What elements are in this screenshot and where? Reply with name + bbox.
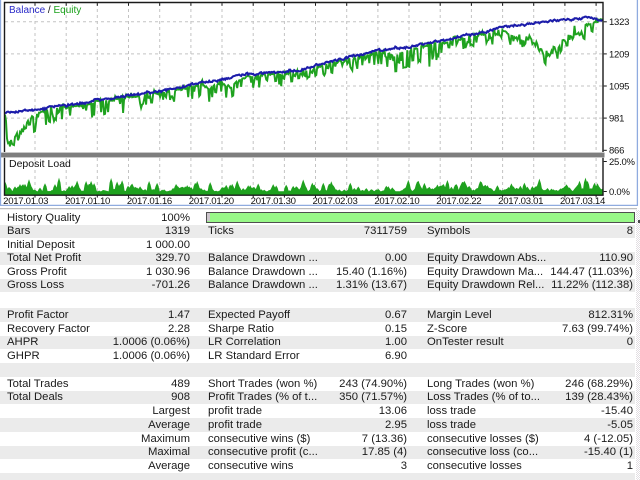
svg-text:1323: 1323: [609, 17, 629, 28]
svg-text:1209: 1209: [609, 49, 629, 60]
svg-text:Balance / Equity: Balance / Equity: [9, 5, 81, 16]
svg-text:25.0%: 25.0%: [609, 157, 635, 168]
svg-text:Deposit Load: Deposit Load: [9, 158, 71, 170]
svg-text:1095: 1095: [609, 81, 629, 92]
svg-text:981: 981: [609, 114, 624, 125]
svg-text:866: 866: [609, 146, 624, 157]
svg-text:0.0%: 0.0%: [609, 187, 630, 198]
